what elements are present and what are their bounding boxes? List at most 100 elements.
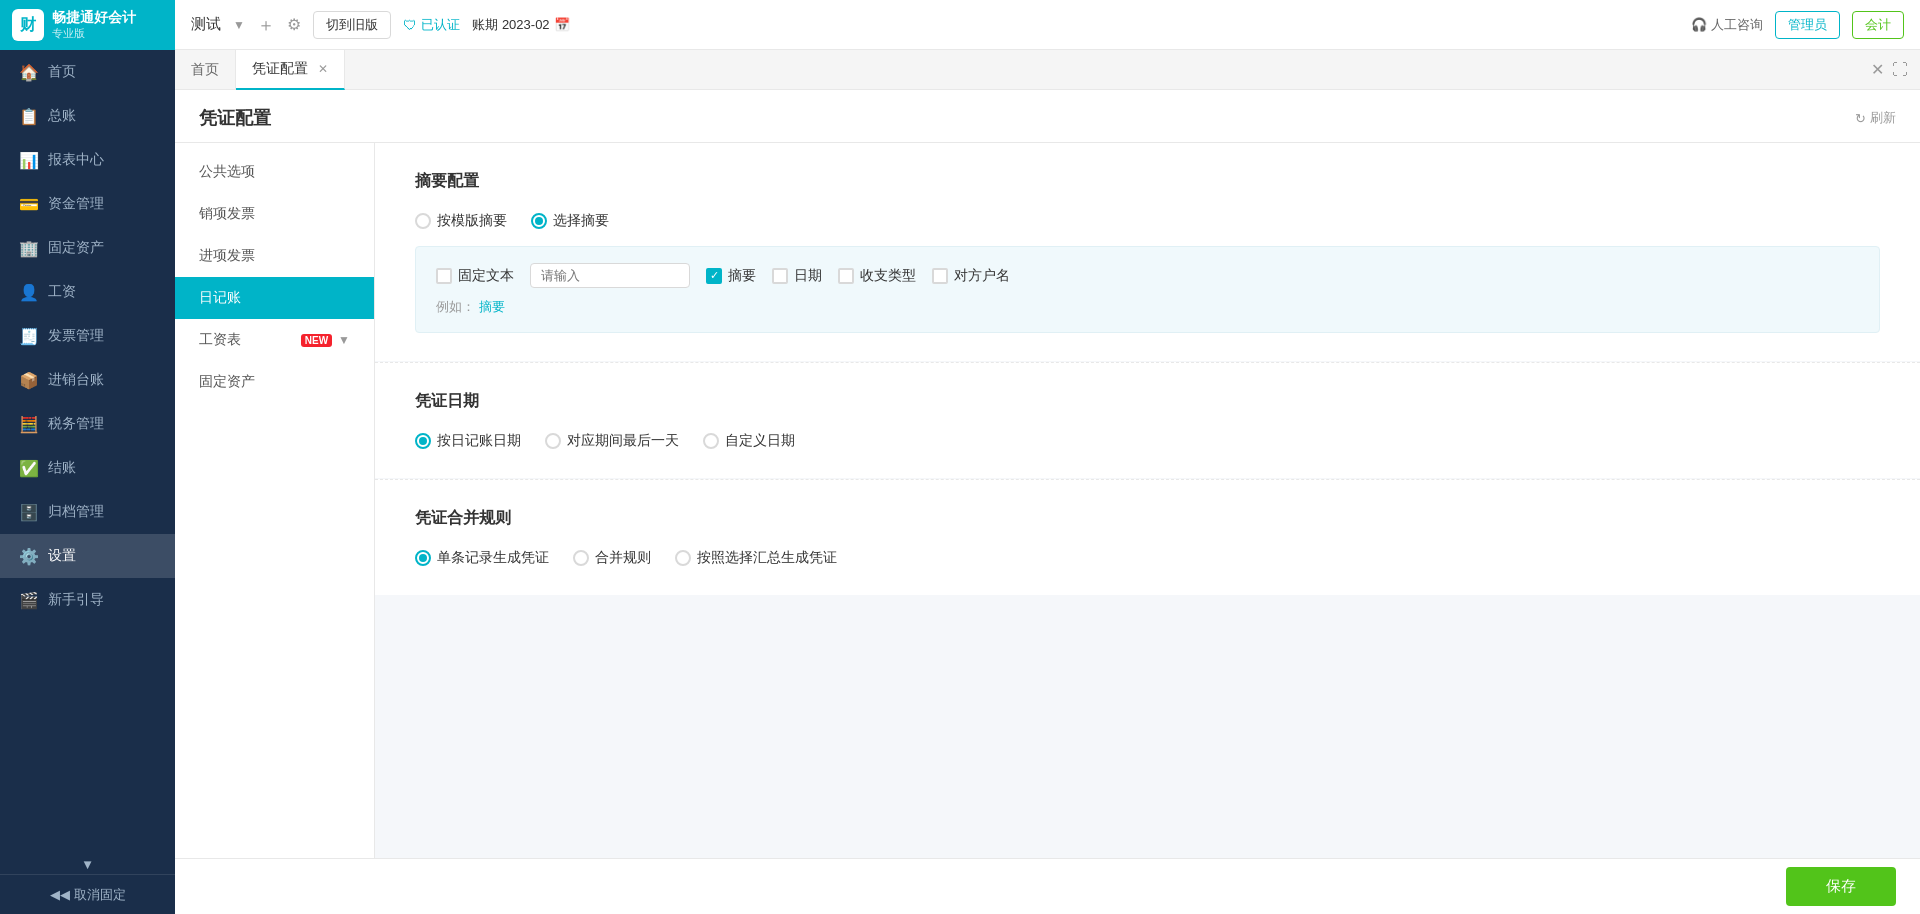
radio-custom-date-circle [703, 433, 719, 449]
sidebar-label-reports: 报表中心 [48, 151, 104, 169]
sidebar-item-reports[interactable]: 📊 报表中心 [0, 138, 175, 182]
left-nav-public[interactable]: 公共选项 [175, 151, 374, 193]
summary-radio-template[interactable]: 按模版摘要 [415, 212, 507, 230]
merge-radio-select-summary[interactable]: 按照选择汇总生成凭证 [675, 549, 837, 567]
example-value: 摘要 [479, 299, 505, 314]
tab-home-label: 首页 [191, 61, 219, 79]
refresh-btn[interactable]: ↻ 刷新 [1855, 109, 1896, 127]
logo-sub: 专业版 [52, 26, 136, 41]
refresh-icon: ↻ [1855, 111, 1866, 126]
calendar-icon[interactable]: 📅 [554, 17, 570, 32]
radio-select-summary-label: 按照选择汇总生成凭证 [697, 549, 837, 567]
radio-single-label: 单条记录生成凭证 [437, 549, 549, 567]
example-text: 例如： 摘要 [436, 298, 1859, 316]
content-area: 公共选项 销项发票 进项发票 日记账 工资表 NEW ▼ 固定资产 [175, 143, 1920, 914]
main-content: 凭证配置 ↻ 刷新 公共选项 销项发票 进项发票 日记账 工资表 NEW [175, 90, 1920, 914]
topbar-gear-btn[interactable]: ⚙ [287, 15, 301, 34]
radio-journal-date-label: 按日记账日期 [437, 432, 521, 450]
example-prefix: 例如： [436, 299, 475, 314]
fixed-text-input[interactable] [530, 263, 690, 288]
archive-icon: 🗄️ [20, 503, 38, 521]
sidebar-item-funds[interactable]: 💳 资金管理 [0, 182, 175, 226]
left-nav-sales-invoice-label: 销项发票 [199, 205, 255, 223]
date-radio-custom[interactable]: 自定义日期 [703, 432, 795, 450]
sidebar-item-tax[interactable]: 🧮 税务管理 [0, 402, 175, 446]
reports-icon: 📊 [20, 151, 38, 169]
consult-btn[interactable]: 🎧 人工咨询 [1691, 16, 1763, 34]
sidebar-label-fixed-assets: 固定资产 [48, 239, 104, 257]
sidebar-label-ledger: 总账 [48, 107, 76, 125]
left-nav-purchase-invoice[interactable]: 进项发票 [175, 235, 374, 277]
left-nav-salary-table[interactable]: 工资表 NEW ▼ [175, 319, 374, 361]
merge-rule-section: 凭证合并规则 单条记录生成凭证 合并规则 按照选择汇总生成凭证 [375, 479, 1920, 595]
left-nav-fixed-assets[interactable]: 固定资产 [175, 361, 374, 403]
sidebar-label-guide: 新手引导 [48, 591, 104, 609]
counterparty-checkbox[interactable]: 对方户名 [932, 267, 1010, 285]
sidebar: 财 畅捷通好会计 专业版 🏠 首页 📋 总账 📊 报表中心 💳 资金管理 🏢 固… [0, 0, 175, 914]
tab-home[interactable]: 首页 [175, 50, 236, 90]
tab-expand-btn[interactable]: ⛶ [1892, 61, 1908, 79]
logo-text: 畅捷通好会计 [52, 9, 136, 26]
sidebar-item-sales-purchase[interactable]: 📦 进销台账 [0, 358, 175, 402]
radio-merge-label: 合并规则 [595, 549, 651, 567]
tab-close-btn[interactable]: ✕ [318, 62, 328, 76]
merge-radio-merge[interactable]: 合并规则 [573, 549, 651, 567]
sales-purchase-icon: 📦 [20, 371, 38, 389]
left-nav-salary-table-label: 工资表 [199, 331, 241, 349]
fixed-assets-icon: 🏢 [20, 239, 38, 257]
cancel-fixed-btn[interactable]: ◀◀ 取消固定 [0, 874, 175, 914]
page-header: 凭证配置 ↻ 刷新 [175, 90, 1920, 143]
sidebar-label-settings: 设置 [48, 547, 76, 565]
sidebar-item-archive[interactable]: 🗄️ 归档管理 [0, 490, 175, 534]
voucher-date-radio-group: 按日记账日期 对应期间最后一天 自定义日期 [415, 432, 1880, 450]
sidebar-item-salary[interactable]: 👤 工资 [0, 270, 175, 314]
left-nav: 公共选项 销项发票 进项发票 日记账 工资表 NEW ▼ 固定资产 [175, 143, 375, 914]
sidebar-item-closing[interactable]: ✅ 结账 [0, 446, 175, 490]
cancel-fixed-icon: ◀◀ [50, 887, 70, 902]
left-nav-journal[interactable]: 日记账 [175, 277, 374, 319]
sidebar-item-invoice[interactable]: 🧾 发票管理 [0, 314, 175, 358]
topbar-add-btn[interactable]: ＋ [257, 13, 275, 37]
left-nav-sales-invoice[interactable]: 销项发票 [175, 193, 374, 235]
sidebar-scroll-down[interactable]: ▼ [0, 854, 175, 874]
sidebar-label-sales-purchase: 进销台账 [48, 371, 104, 389]
fixed-text-checkbox[interactable]: 固定文本 [436, 267, 514, 285]
date-checkbox-label: 日期 [794, 267, 822, 285]
sidebar-label-closing: 结账 [48, 459, 76, 477]
cancel-fixed-label: 取消固定 [74, 886, 126, 904]
tab-voucher-config[interactable]: 凭证配置 ✕ [236, 50, 345, 90]
certified-badge: 🛡 已认证 [403, 16, 460, 34]
sidebar-item-ledger[interactable]: 📋 总账 [0, 94, 175, 138]
tab-close-all-btn[interactable]: ✕ [1871, 60, 1884, 79]
funds-icon: 💳 [20, 195, 38, 213]
logo-icon: 财 [12, 9, 44, 41]
income-type-checkbox-label: 收支类型 [860, 267, 916, 285]
period-value: 2023-02 [502, 17, 550, 32]
radio-merge-circle [573, 550, 589, 566]
refresh-label: 刷新 [1870, 109, 1896, 127]
date-radio-period-last[interactable]: 对应期间最后一天 [545, 432, 679, 450]
date-checkbox[interactable]: 日期 [772, 267, 822, 285]
merge-radio-single[interactable]: 单条记录生成凭证 [415, 549, 549, 567]
summary-checkbox-label: 摘要 [728, 267, 756, 285]
left-nav-journal-label: 日记账 [199, 289, 241, 307]
tab-voucher-config-label: 凭证配置 [252, 60, 308, 78]
sidebar-item-home[interactable]: 🏠 首页 [0, 50, 175, 94]
summary-checkbox[interactable]: ✓ 摘要 [706, 267, 756, 285]
sidebar-item-fixed-assets[interactable]: 🏢 固定资产 [0, 226, 175, 270]
sidebar-item-guide[interactable]: 🎬 新手引导 [0, 578, 175, 622]
radio-period-last-circle [545, 433, 561, 449]
sidebar-item-settings[interactable]: ⚙️ 设置 [0, 534, 175, 578]
period-info: 账期 2023-02 📅 [472, 16, 570, 34]
manager-btn[interactable]: 管理员 [1775, 11, 1840, 39]
sidebar-label-home: 首页 [48, 63, 76, 81]
ledger-icon: 📋 [20, 107, 38, 125]
summary-config-row: 固定文本 ✓ 摘要 日期 收支类型 [436, 263, 1859, 288]
summary-radio-select[interactable]: 选择摘要 [531, 212, 609, 230]
date-radio-journal[interactable]: 按日记账日期 [415, 432, 521, 450]
topbar-dropdown-arrow[interactable]: ▼ [233, 18, 245, 32]
save-btn[interactable]: 保存 [1786, 867, 1896, 906]
income-type-checkbox[interactable]: 收支类型 [838, 267, 916, 285]
accountant-btn[interactable]: 会计 [1852, 11, 1904, 39]
switch-old-version-btn[interactable]: 切到旧版 [313, 11, 391, 39]
